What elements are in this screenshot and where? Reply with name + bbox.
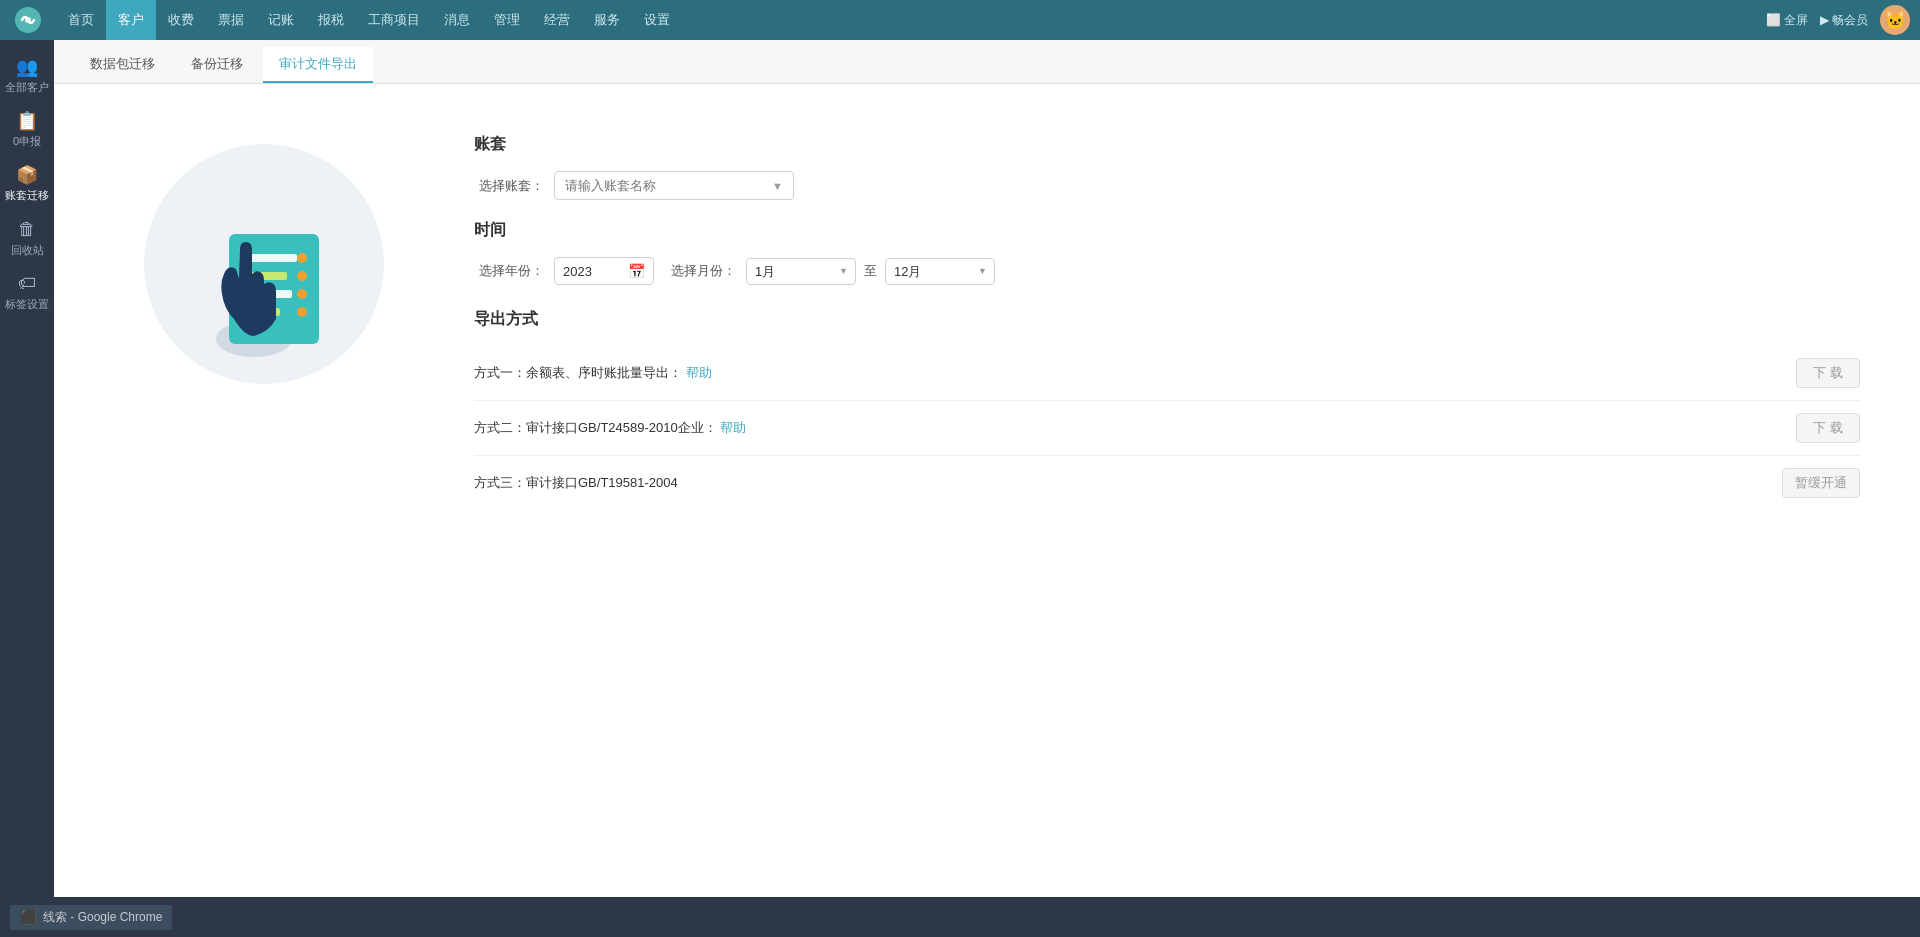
taskbar-item-label: 线索 - Google Chrome <box>43 909 162 926</box>
page-content: 账套 选择账套： ▼ 时间 选择年份： 2023 📅 选择月份 <box>54 84 1920 897</box>
chrome-icon: ⬛ <box>20 909 37 925</box>
top-navigation: 首页 客户 收费 票据 记账 报税 工商项目 消息 管理 经营 服务 设置 ⬜ … <box>0 0 1920 40</box>
account-migrate-icon: 📦 <box>16 164 38 186</box>
recycle-icon: 🗑 <box>16 219 38 241</box>
export-method-1-label: 方式一：余额表、序时账批量导出： 帮助 <box>474 364 712 382</box>
nav-billing[interactable]: 收费 <box>156 0 206 40</box>
end-month-wrapper: 1月2月3月4月 5月6月7月8月 9月10月11月12月 <box>885 258 995 285</box>
export-method-3-coming-soon-button: 暂缓开通 <box>1782 468 1860 498</box>
nav-operation[interactable]: 经营 <box>532 0 582 40</box>
export-method-3: 方式三：审计接口GB/T19581-2004 暂缓开通 <box>474 456 1860 510</box>
nav-tax[interactable]: 报税 <box>306 0 356 40</box>
start-month-select[interactable]: 1月2月3月4月 5月6月7月8月 9月10月11月12月 <box>746 258 856 285</box>
tab-audit-export[interactable]: 审计文件导出 <box>263 47 373 83</box>
start-month-wrapper: 1月2月3月4月 5月6月7月8月 9月10月11月12月 <box>746 258 856 285</box>
svg-point-11 <box>297 307 307 317</box>
illustration-area <box>114 124 414 857</box>
time-form-row: 选择年份： 2023 📅 选择月份： 1月2月3月4月 5月6月7月8月 9月1… <box>474 257 1860 285</box>
account-select-input[interactable]: ▼ <box>554 171 794 200</box>
sidebar-item-account-migrate[interactable]: 📦 账套迁移 <box>0 156 54 210</box>
fullscreen-button[interactable]: ⬜ 全屏 <box>1766 12 1808 29</box>
export-method-2: 方式二：审计接口GB/T24589-2010企业： 帮助 下 载 <box>474 401 1860 456</box>
all-customers-icon: 👥 <box>16 56 38 78</box>
sidebar-item-recycle[interactable]: 🗑 回收站 <box>0 211 54 265</box>
end-month-select[interactable]: 1月2月3月4月 5月6月7月8月 9月10月11月12月 <box>885 258 995 285</box>
nav-business[interactable]: 工商项目 <box>356 0 432 40</box>
sidebar-account-migrate-label: 账套迁移 <box>5 189 49 202</box>
calendar-icon: 📅 <box>628 263 645 279</box>
export-method-2-download-button[interactable]: 下 载 <box>1796 413 1860 443</box>
content-area: 数据包迁移 备份迁移 审计文件导出 <box>54 40 1920 897</box>
tab-data-migration[interactable]: 数据包迁移 <box>74 47 171 83</box>
sidebar-item-tag-settings[interactable]: 🏷 标签设置 <box>0 265 54 319</box>
to-label: 至 <box>864 262 877 280</box>
export-section-title: 导出方式 <box>474 309 1860 330</box>
month-label: 选择月份： <box>666 262 736 280</box>
svg-point-1 <box>25 17 31 23</box>
sidebar-item-zero-declare[interactable]: 📋 0申报 <box>0 102 54 156</box>
user-avatar[interactable]: 🐱 <box>1880 5 1910 35</box>
nav-invoice[interactable]: 票据 <box>206 0 256 40</box>
export-method-1-help-link[interactable]: 帮助 <box>686 365 712 380</box>
account-label: 选择账套： <box>474 177 544 195</box>
taskbar: ⬛ 线索 - Google Chrome <box>0 897 1920 937</box>
main-layout: 👥 全部客户 📋 0申报 📦 账套迁移 🗑 回收站 🏷 标签设置 数据包迁移 备… <box>0 40 1920 897</box>
account-dropdown-icon: ▼ <box>772 180 783 192</box>
year-value: 2023 <box>563 264 592 279</box>
account-search-field[interactable] <box>565 178 772 193</box>
export-method-2-help-link[interactable]: 帮助 <box>720 420 746 435</box>
nav-home[interactable]: 首页 <box>56 0 106 40</box>
vip-button[interactable]: ▶ 畅会员 <box>1820 12 1868 29</box>
sidebar-tag-settings-label: 标签设置 <box>5 298 49 311</box>
nav-bookkeeping[interactable]: 记账 <box>256 0 306 40</box>
form-area: 账套 选择账套： ▼ 时间 选择年份： 2023 📅 选择月份 <box>414 124 1860 857</box>
export-section: 导出方式 方式一：余额表、序时账批量导出： 帮助 下 载 方式二：审计接口GB/… <box>474 309 1860 510</box>
nav-message[interactable]: 消息 <box>432 0 482 40</box>
svg-point-10 <box>297 289 307 299</box>
time-section-title: 时间 <box>474 220 1860 241</box>
taskbar-chrome-item[interactable]: ⬛ 线索 - Google Chrome <box>10 905 172 930</box>
nav-items: 首页 客户 收费 票据 记账 报税 工商项目 消息 管理 经营 服务 设置 <box>56 0 1766 40</box>
nav-right-area: ⬜ 全屏 ▶ 畅会员 🐱 <box>1766 5 1910 35</box>
year-input[interactable]: 2023 📅 <box>554 257 654 285</box>
illustration-circle <box>144 144 384 384</box>
nav-settings[interactable]: 设置 <box>632 0 682 40</box>
export-method-2-label: 方式二：审计接口GB/T24589-2010企业： 帮助 <box>474 419 746 437</box>
tab-backup-migration[interactable]: 备份迁移 <box>175 47 259 83</box>
export-method-3-label: 方式三：审计接口GB/T19581-2004 <box>474 474 678 492</box>
sidebar-zero-declare-label: 0申报 <box>13 135 41 148</box>
nav-service[interactable]: 服务 <box>582 0 632 40</box>
audit-illustration <box>174 164 354 364</box>
tab-bar: 数据包迁移 备份迁移 审计文件导出 <box>54 40 1920 84</box>
zero-declare-icon: 📋 <box>16 110 38 132</box>
sidebar-recycle-label: 回收站 <box>11 244 44 257</box>
nav-customer[interactable]: 客户 <box>106 0 156 40</box>
sidebar-all-customers-label: 全部客户 <box>5 81 49 94</box>
account-section-title: 账套 <box>474 134 1860 155</box>
export-method-1: 方式一：余额表、序时账批量导出： 帮助 下 载 <box>474 346 1860 401</box>
account-form-row: 选择账套： ▼ <box>474 171 1860 200</box>
year-label: 选择年份： <box>474 262 544 280</box>
svg-point-8 <box>297 253 307 263</box>
left-sidebar: 👥 全部客户 📋 0申报 📦 账套迁移 🗑 回收站 🏷 标签设置 <box>0 40 54 897</box>
sidebar-item-all-customers[interactable]: 👥 全部客户 <box>0 48 54 102</box>
app-logo <box>10 2 46 38</box>
tag-settings-icon: 🏷 <box>16 273 38 295</box>
export-method-1-download-button[interactable]: 下 载 <box>1796 358 1860 388</box>
nav-manage[interactable]: 管理 <box>482 0 532 40</box>
svg-point-9 <box>297 271 307 281</box>
